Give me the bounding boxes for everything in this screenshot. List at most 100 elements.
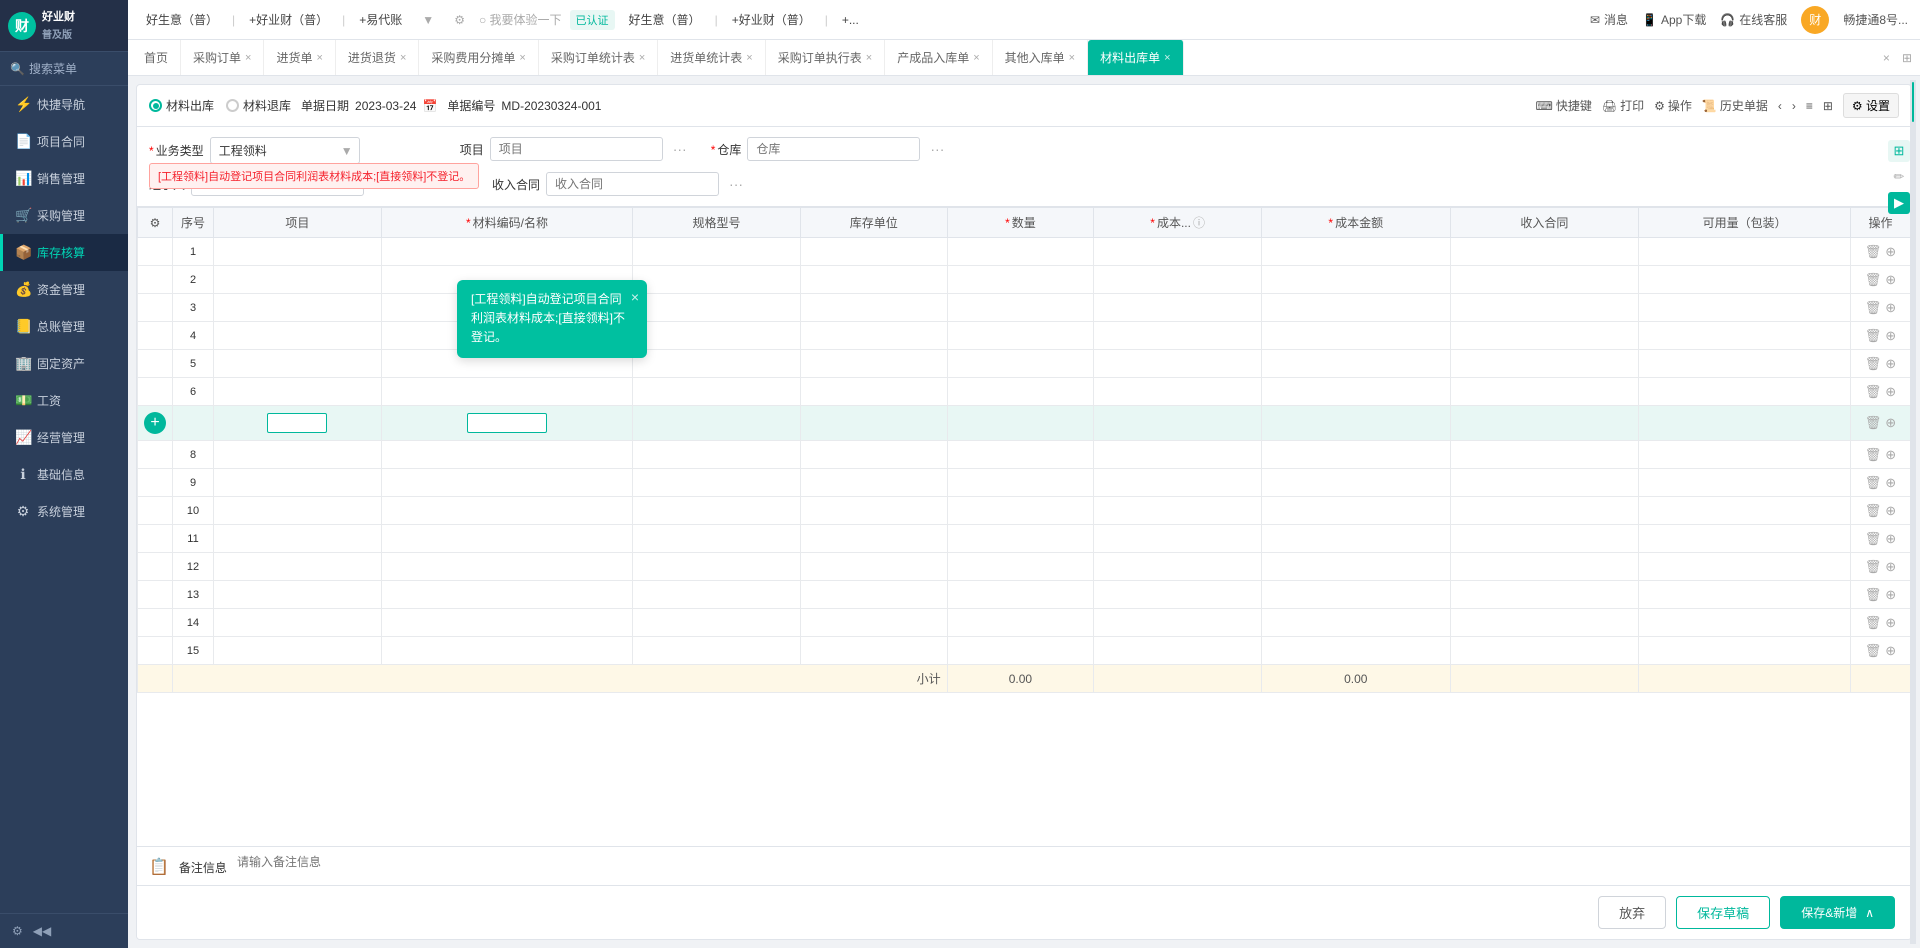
row-project-cell[interactable] (214, 294, 382, 322)
copy-row-icon[interactable]: ⊕ (1885, 384, 1896, 400)
row-project-cell[interactable] (214, 553, 382, 581)
topbar-online-service-btn[interactable]: 🎧 在线客服 (1720, 11, 1787, 28)
row-material-input-cell[interactable] (381, 406, 633, 441)
topbar-experience-btn[interactable]: ○ 我要体验一下 (479, 11, 562, 28)
row-unit-cell[interactable] (800, 637, 947, 665)
discard-button[interactable]: 放弃 (1598, 896, 1666, 929)
row-unit-cell[interactable] (800, 406, 947, 441)
tab-incoming[interactable]: 进货单× (264, 40, 335, 76)
copy-row-icon[interactable]: ⊕ (1885, 475, 1896, 491)
sidebar-settings-icon[interactable]: ⚙ (12, 924, 23, 938)
close-icon[interactable]: × (639, 52, 645, 64)
copy-row-icon[interactable]: ⊕ (1885, 447, 1896, 463)
row-unit-cell[interactable] (800, 441, 947, 469)
close-tab-icon[interactable]: × (1879, 49, 1894, 67)
row-available-cell[interactable] (1639, 350, 1851, 378)
row-quantity-cell[interactable] (947, 637, 1094, 665)
row-cost-price-cell[interactable] (1094, 553, 1262, 581)
topbar-item-yidaizhang[interactable]: +易代账 (353, 9, 408, 30)
row-material-cell[interactable] (381, 238, 633, 266)
row-unit-cell[interactable] (800, 378, 947, 406)
row-income-contract-cell[interactable] (1450, 553, 1639, 581)
tab-other-stock[interactable]: 其他入库单× (993, 40, 1088, 76)
row-project-cell[interactable] (214, 637, 382, 665)
row-cost-price-cell[interactable] (1094, 497, 1262, 525)
row-project-cell[interactable] (214, 525, 382, 553)
notes-input[interactable] (237, 855, 1899, 869)
row-material-cell[interactable] (381, 553, 633, 581)
topbar-auth-haoyecai[interactable]: +好业财（普） (726, 9, 817, 30)
row-cost-price-cell[interactable] (1094, 266, 1262, 294)
row-available-cell[interactable] (1639, 497, 1851, 525)
row-available-cell[interactable] (1639, 294, 1851, 322)
row-spec-cell[interactable] (633, 378, 801, 406)
row-cost-price-cell[interactable] (1094, 378, 1262, 406)
add-row-button[interactable]: + (144, 412, 166, 434)
tab-purchase-exec[interactable]: 采购订单执行表× (766, 40, 885, 76)
topbar-auth-haoshengyi[interactable]: 好生意（普） (623, 9, 707, 30)
settings-button[interactable]: ⚙ 设置 (1843, 93, 1899, 118)
right-icon-green[interactable]: ▶ (1888, 192, 1910, 214)
row-cost-amount-cell[interactable] (1261, 350, 1450, 378)
row-project-cell[interactable] (214, 609, 382, 637)
row-cost-amount-cell[interactable] (1261, 581, 1450, 609)
topbar-auth-more[interactable]: +... (836, 11, 865, 29)
row-available-cell[interactable] (1639, 637, 1851, 665)
topbar-more-dropdown[interactable]: ▼ (416, 11, 440, 29)
row-cost-price-cell[interactable] (1094, 469, 1262, 497)
row-quantity-cell[interactable] (947, 378, 1094, 406)
delete-row-icon[interactable]: 🗑 (1865, 415, 1882, 431)
row-cost-amount-cell[interactable] (1261, 609, 1450, 637)
history-btn[interactable]: 📜 历史单据 (1702, 97, 1768, 114)
row-quantity-cell[interactable] (947, 553, 1094, 581)
row-unit-cell[interactable] (800, 553, 947, 581)
copy-row-icon[interactable]: ⊕ (1885, 643, 1896, 659)
close-icon[interactable]: × (400, 52, 406, 64)
col-settings[interactable]: ⚙ (138, 208, 173, 238)
row-unit-cell[interactable] (800, 469, 947, 497)
row-cost-amount-cell[interactable] (1261, 525, 1450, 553)
sidebar-item-ledger[interactable]: 📒 总账管理 (0, 308, 128, 345)
row-spec-cell[interactable] (633, 637, 801, 665)
row-cost-price-cell[interactable] (1094, 581, 1262, 609)
sidebar-item-project-contract[interactable]: 📄 项目合同 (0, 123, 128, 160)
save-new-button[interactable]: 保存&新增 ∧ (1780, 896, 1895, 929)
row-material-cell[interactable] (381, 441, 633, 469)
tab-incoming-stats[interactable]: 进货单统计表× (658, 40, 765, 76)
row-project-cell[interactable] (214, 378, 382, 406)
save-draft-button[interactable]: 保存草稿 (1676, 896, 1770, 929)
sidebar-item-purchase[interactable]: 🛒 采购管理 (0, 197, 128, 234)
row-available-cell[interactable] (1639, 266, 1851, 294)
row-unit-cell[interactable] (800, 350, 947, 378)
row-quantity-cell[interactable] (947, 350, 1094, 378)
row-available-cell[interactable] (1639, 441, 1851, 469)
row-quantity-cell[interactable] (947, 441, 1094, 469)
row-unit-cell[interactable] (800, 609, 947, 637)
radio-material-return[interactable]: 材料退库 (226, 97, 291, 114)
tab-home[interactable]: 首页 (132, 40, 181, 76)
row-spec-cell[interactable] (633, 553, 801, 581)
row-cost-price-cell[interactable] (1094, 441, 1262, 469)
topbar-item-haoshengyi[interactable]: 好生意（普） (140, 9, 224, 30)
row-material-cell[interactable] (381, 637, 633, 665)
row-cost-amount-cell[interactable] (1261, 469, 1450, 497)
shortcut-btn[interactable]: ⌨ 快捷键 (1535, 97, 1591, 114)
sidebar-item-finance[interactable]: 💰 资金管理 (0, 271, 128, 308)
row-quantity-cell[interactable] (947, 238, 1094, 266)
warehouse-input[interactable] (747, 137, 920, 161)
row-income-contract-cell[interactable] (1450, 350, 1639, 378)
row-project-cell[interactable] (214, 469, 382, 497)
row-quantity-cell[interactable] (947, 609, 1094, 637)
nav-next-btn[interactable]: › (1792, 99, 1796, 113)
date-value[interactable]: 2023-03-24 (355, 99, 416, 113)
row-unit-cell[interactable] (800, 525, 947, 553)
row-unit-cell[interactable] (800, 581, 947, 609)
sidebar-collapse-icon[interactable]: ◀◀ (33, 924, 51, 938)
row-cost-price-cell[interactable] (1094, 609, 1262, 637)
calendar-icon[interactable]: 📅 (422, 99, 437, 113)
row-income-contract-cell[interactable] (1450, 525, 1639, 553)
row-income-contract-cell[interactable] (1450, 406, 1639, 441)
row-project-cell[interactable] (214, 266, 382, 294)
delete-row-icon[interactable]: 🗑 (1865, 559, 1882, 575)
row-spec-cell[interactable] (633, 609, 801, 637)
